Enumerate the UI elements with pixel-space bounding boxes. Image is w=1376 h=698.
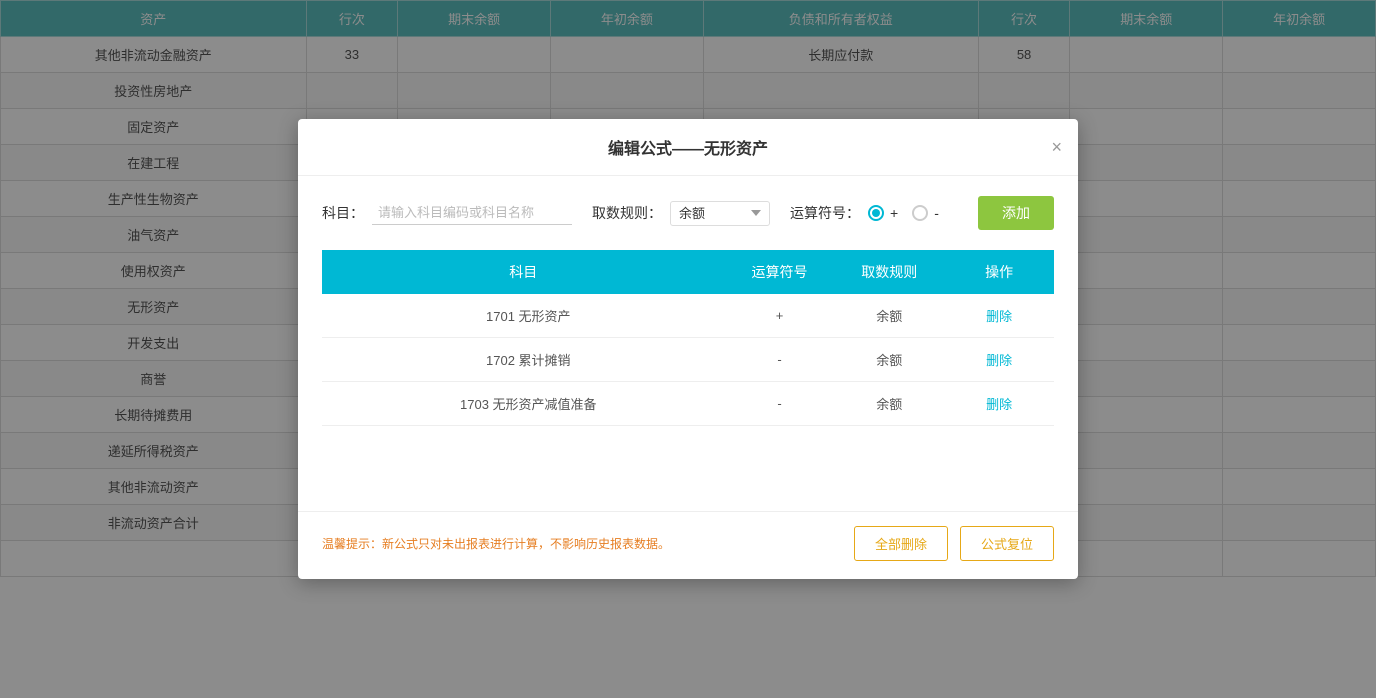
modal-title: 编辑公式——无形资产 <box>608 141 768 158</box>
subject-input[interactable] <box>372 201 572 225</box>
modal-dialog: 编辑公式——无形资产 × 科目： 取数规则： 余额 借方发生额 <box>298 119 1078 579</box>
delete-row-button-2[interactable]: 删除 <box>986 394 1012 413</box>
subject-group: 科目： <box>322 201 572 225</box>
formula-operator-cell-2: - <box>725 382 835 426</box>
formula-table: 科目 运算符号 取数规则 操作 1701 无形资产 + 余额 删除 1702 累… <box>322 250 1054 426</box>
rule-label: 取数规则： <box>592 203 662 223</box>
formula-action-cell-2: 删除 <box>944 382 1054 426</box>
modal-close-button[interactable]: × <box>1051 138 1062 156</box>
reset-button[interactable]: 公式复位 <box>960 526 1054 561</box>
table-header-operator: 运算符号 <box>725 250 835 294</box>
formula-subject-cell-1: 1702 累计摊销 <box>322 338 725 382</box>
table-header-action: 操作 <box>944 250 1054 294</box>
formula-rule-cell-1: 余额 <box>834 338 944 382</box>
radio-minus-circle <box>912 205 928 221</box>
modal-header: 编辑公式——无形资产 × <box>298 119 1078 176</box>
modal-overlay: 编辑公式——无形资产 × 科目： 取数规则： 余额 借方发生额 <box>0 0 1376 698</box>
hint-prefix: 温馨提示：新公式只对未出报表进行计算，不影响历史报表数据。 <box>322 537 670 551</box>
hint-text: 温馨提示：新公式只对未出报表进行计算，不影响历史报表数据。 <box>322 535 670 552</box>
formula-rule-cell-0: 余额 <box>834 294 944 338</box>
rule-select[interactable]: 余额 借方发生额 贷方发生额 <box>670 201 770 226</box>
table-header-rule: 取数规则 <box>834 250 944 294</box>
formula-subject-cell-2: 1703 无形资产减值准备 <box>322 382 725 426</box>
modal-body: 科目： 取数规则： 余额 借方发生额 贷方发生额 <box>298 176 1078 511</box>
formula-rule-cell-2: 余额 <box>834 382 944 426</box>
operator-label: 运算符号： <box>790 203 860 223</box>
radio-minus-label: - <box>934 205 939 221</box>
rule-group: 取数规则： 余额 借方发生额 贷方发生额 <box>592 201 770 226</box>
subject-label: 科目： <box>322 203 364 223</box>
add-button[interactable]: 添加 <box>978 196 1054 230</box>
modal-footer: 温馨提示：新公式只对未出报表进行计算，不影响历史报表数据。 全部删除 公式复位 <box>298 511 1078 579</box>
form-row: 科目： 取数规则： 余额 借方发生额 贷方发生额 <box>322 196 1054 230</box>
radio-plus-circle <box>868 205 884 221</box>
footer-buttons: 全部删除 公式复位 <box>854 526 1054 561</box>
delete-all-button[interactable]: 全部删除 <box>854 526 948 561</box>
radio-minus[interactable]: - <box>912 205 939 221</box>
formula-table-row: 1703 无形资产减值准备 - 余额 删除 <box>322 382 1054 426</box>
delete-row-button-1[interactable]: 删除 <box>986 350 1012 369</box>
formula-action-cell-0: 删除 <box>944 294 1054 338</box>
formula-action-cell-1: 删除 <box>944 338 1054 382</box>
radio-group: + - <box>868 205 939 221</box>
radio-plus-label: + <box>890 205 898 221</box>
formula-operator-cell-0: + <box>725 294 835 338</box>
formula-table-row: 1702 累计摊销 - 余额 删除 <box>322 338 1054 382</box>
formula-operator-cell-1: - <box>725 338 835 382</box>
operator-group: 运算符号： + - <box>790 203 939 223</box>
rule-select-wrap: 余额 借方发生额 贷方发生额 <box>670 201 770 226</box>
formula-subject-cell-0: 1701 无形资产 <box>322 294 725 338</box>
radio-plus[interactable]: + <box>868 205 898 221</box>
formula-table-row: 1701 无形资产 + 余额 删除 <box>322 294 1054 338</box>
delete-row-button-0[interactable]: 删除 <box>986 306 1012 325</box>
table-header-subject: 科目 <box>322 250 725 294</box>
